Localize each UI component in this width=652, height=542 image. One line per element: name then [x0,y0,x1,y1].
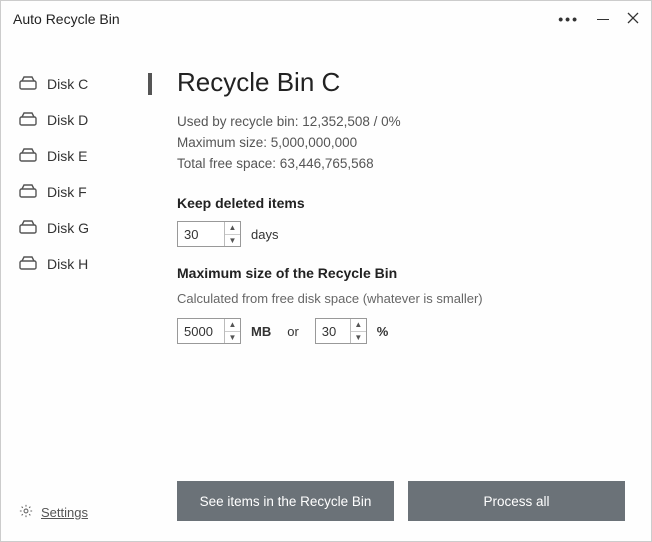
window-title: Auto Recycle Bin [13,11,120,27]
step-down-icon[interactable]: ▼ [225,332,240,344]
page-title: Recycle Bin C [177,67,625,98]
keep-items-label: Keep deleted items [177,195,625,211]
disk-label: Disk G [47,220,89,236]
step-up-icon[interactable]: ▲ [225,319,240,332]
main-panel: Recycle Bin C Used by recycle bin: 12,35… [151,37,651,541]
size-mb-input[interactable] [178,319,224,343]
disk-item-f[interactable]: Disk F [19,181,151,203]
disk-item-d[interactable]: Disk D [19,109,151,131]
disk-icon [19,256,37,273]
settings-label: Settings [41,505,88,520]
disk-list: Disk C Disk D Disk E [19,73,151,275]
disk-icon [19,220,37,237]
percent-unit: % [377,324,389,339]
used-by-line: Used by recycle bin: 12,352,508 / 0% [177,114,625,129]
step-down-icon[interactable]: ▼ [351,332,366,344]
stepper-arrows: ▲ ▼ [224,319,240,343]
disk-item-g[interactable]: Disk G [19,217,151,239]
keep-items-row: ▲ ▼ days [177,221,625,247]
step-up-icon[interactable]: ▲ [225,222,240,235]
size-pct-stepper[interactable]: ▲ ▼ [315,318,367,344]
days-unit: days [251,227,278,242]
stepper-arrows: ▲ ▼ [350,319,366,343]
disk-item-e[interactable]: Disk E [19,145,151,167]
size-pct-input[interactable] [316,319,350,343]
maximum-size-line: Maximum size: 5,000,000,000 [177,135,625,150]
action-buttons: See items in the Recycle Bin Process all [177,461,625,521]
window-controls: ••• [558,11,639,27]
or-label: or [287,324,299,339]
stepper-arrows: ▲ ▼ [224,222,240,246]
disk-icon [19,148,37,165]
disk-label: Disk F [47,184,87,200]
process-all-button[interactable]: Process all [408,481,625,521]
gear-icon [19,504,33,521]
free-space-line: Total free space: 63,446,765,568 [177,156,625,171]
disk-icon [19,76,37,93]
step-up-icon[interactable]: ▲ [351,319,366,332]
more-icon[interactable]: ••• [558,11,579,27]
disk-icon [19,184,37,201]
max-size-label: Maximum size of the Recycle Bin [177,265,625,281]
size-mb-stepper[interactable]: ▲ ▼ [177,318,241,344]
titlebar: Auto Recycle Bin ••• [1,1,651,37]
disk-icon [19,112,37,129]
step-down-icon[interactable]: ▼ [225,235,240,247]
disk-label: Disk D [47,112,88,128]
keep-days-input[interactable] [178,222,224,246]
settings-link[interactable]: Settings [19,504,151,521]
disk-item-h[interactable]: Disk H [19,253,151,275]
close-button[interactable] [627,11,639,27]
keep-days-stepper[interactable]: ▲ ▼ [177,221,241,247]
sidebar: Disk C Disk D Disk E [1,37,151,541]
minimize-button[interactable] [597,13,609,25]
mb-unit: MB [251,324,271,339]
disk-label: Disk C [47,76,88,92]
body: Disk C Disk D Disk E [1,37,651,541]
app-window: Auto Recycle Bin ••• Disk C [0,0,652,542]
max-size-row: ▲ ▼ MB or ▲ ▼ % [177,318,625,344]
disk-item-c[interactable]: Disk C [19,73,151,95]
disk-label: Disk E [47,148,87,164]
see-items-button[interactable]: See items in the Recycle Bin [177,481,394,521]
max-size-note: Calculated from free disk space (whateve… [177,291,625,306]
disk-label: Disk H [47,256,88,272]
